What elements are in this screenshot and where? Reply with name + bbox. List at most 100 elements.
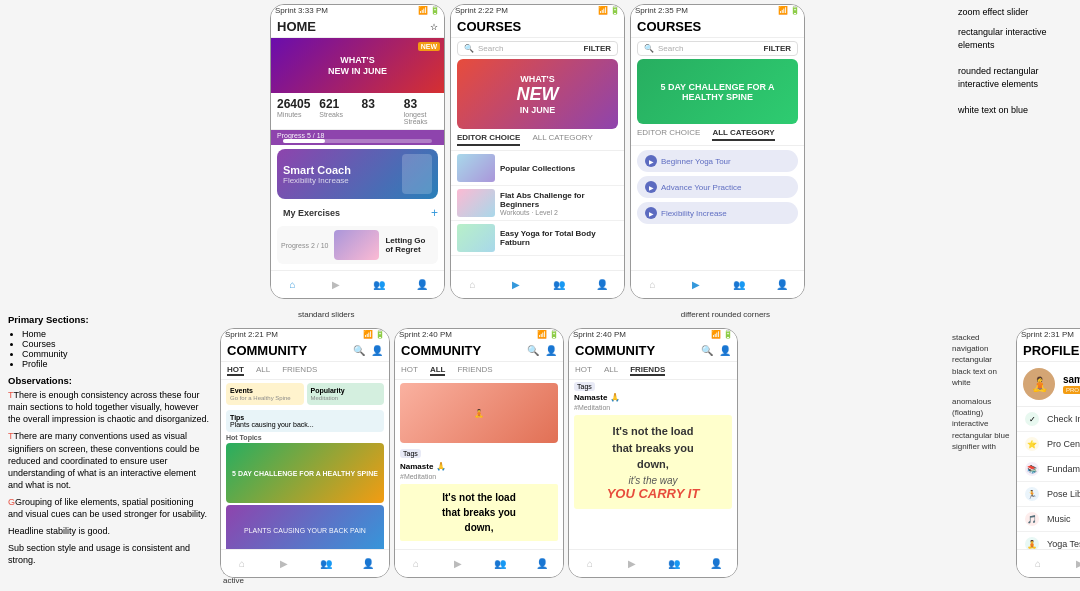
tab-all-c2[interactable]: ALL CATEGORY	[712, 128, 774, 141]
tab-hot-1[interactable]: HOT	[227, 365, 244, 376]
menu-pro-center[interactable]: ⭐ Pro Center ›	[1017, 432, 1080, 457]
search-icon: 🔍	[464, 44, 474, 53]
tips-card[interactable]: Tips Plants causing your back...	[226, 410, 384, 432]
ann-white-text-blue: white text on blue	[958, 104, 1072, 118]
home-banner-text: WHAT'S NEW IN JUNE	[328, 55, 387, 77]
nav-comm-c2b[interactable]: 👥	[492, 556, 508, 572]
obs-5: Sub section style and usage is consisten…	[8, 542, 210, 566]
nav-play-c1b[interactable]: ▶	[276, 556, 292, 572]
nav-prof-c3[interactable]: 👤	[708, 556, 724, 572]
comm1-search-icon[interactable]: 🔍	[353, 345, 365, 356]
nav-play-c2b[interactable]: ▶	[450, 556, 466, 572]
nav-play[interactable]: ▶	[328, 277, 344, 293]
section-profile: Profile	[22, 359, 210, 369]
nav-comm-c3[interactable]: 👥	[666, 556, 682, 572]
course-item-popular[interactable]: Popular Collections	[451, 151, 624, 186]
tab-friends-2[interactable]: FRIENDS	[457, 365, 492, 376]
comm1-cards-row: Events Go for a Healthy Spine Popularity…	[221, 380, 389, 408]
phone-community-1: Sprint 2:21 PM 📶 🔋 COMMUNITY 🔍 👤 HOT ALL…	[220, 328, 390, 578]
menu-pose-library[interactable]: 🏃 Pose Library ›	[1017, 482, 1080, 507]
comm2-search-icon[interactable]: 🔍	[527, 345, 539, 356]
course-btn-beginner[interactable]: ▶ Beginner Yoga Tour	[637, 150, 798, 172]
home-bottom-nav: ⌂ ▶ 👥 👤	[271, 270, 444, 298]
comm3-search-icon[interactable]: 🔍	[701, 345, 713, 356]
comm3-profile-icon[interactable]: 👤	[719, 345, 731, 356]
menu-fundamentals[interactable]: 📚 Fundamentals ›	[1017, 457, 1080, 482]
tab-friends-3[interactable]: FRIENDS	[630, 365, 665, 376]
fundamentals-icon: 📚	[1025, 462, 1039, 476]
course-item-abs[interactable]: Flat Abs Challenge for Beginners Workout…	[451, 186, 624, 221]
profile-user-row[interactable]: 🧘 samang PRO 🔥 ›	[1017, 362, 1080, 407]
flexibility-icon: ▶	[645, 207, 657, 219]
nav-play-c1[interactable]: ▶	[508, 277, 524, 293]
ann-diff-rounded: different rounded corners	[681, 310, 770, 319]
tab-all-1[interactable]: ALL	[256, 365, 270, 376]
popularity-card[interactable]: Popularity Meditation	[307, 383, 385, 405]
phone-community-2: Sprint 2:40 PM 📶 🔋 COMMUNITY 🔍 👤 HOT ALL…	[394, 328, 564, 578]
courses1-banner[interactable]: WHAT'S NEW IN JUNE	[457, 59, 618, 129]
events-card[interactable]: Events Go for a Healthy Spine	[226, 383, 304, 405]
comm2-post-thumbnail[interactable]: 🧘	[400, 383, 558, 443]
comm3-hashtag: #Meditation	[574, 404, 732, 411]
ann-rect-interactive-r: rectangular interactive elements	[958, 26, 1072, 53]
tab-editor-choice[interactable]: EDITOR CHOICE	[457, 133, 520, 146]
home-stats: 26405 Minutes 621 Streaks 83 83 longest …	[271, 93, 444, 130]
nav-home-c1b[interactable]: ⌂	[234, 556, 250, 572]
comm2-profile-icon[interactable]: 👤	[545, 345, 557, 356]
phone-home: Sprint 3:33 PM 📶 🔋 HOME ☆ WHAT'S NE	[270, 4, 445, 299]
tab-all-2[interactable]: ALL	[430, 365, 446, 376]
nav-comm-c2[interactable]: 👥	[731, 277, 747, 293]
filter-btn-2[interactable]: FILTER	[764, 44, 791, 53]
nav-prof-c2[interactable]: 👤	[774, 277, 790, 293]
nav-home-c3[interactable]: ⌂	[582, 556, 598, 572]
courses2-banner[interactable]: 5 DAY CHALLENGE FOR A HEALTHY SPINE	[637, 59, 798, 124]
nav-prof-c2b[interactable]: 👤	[534, 556, 550, 572]
home-smart-coach-card[interactable]: Smart Coach Flexibility Increase	[277, 149, 438, 199]
home-banner[interactable]: WHAT'S NEW IN JUNE NEW	[271, 38, 444, 93]
tab-all-3[interactable]: ALL	[604, 365, 618, 376]
tab-hot-3[interactable]: HOT	[575, 365, 592, 376]
comm1-profile-icon[interactable]: 👤	[371, 345, 383, 356]
menu-check-in[interactable]: ✓ Check In ›	[1017, 407, 1080, 432]
nav-home-c2[interactable]: ⌂	[645, 277, 661, 293]
courses2-search[interactable]: 🔍 Search FILTER	[637, 41, 798, 56]
courses2-status: Sprint 2:35 PM 📶 🔋	[631, 5, 804, 16]
course-thumb-abs	[457, 189, 495, 217]
spine-challenge-img[interactable]: 5 DAY CHALLENGE FOR A HEALTHY SPINE	[226, 443, 384, 503]
tab-friends-1[interactable]: FRIENDS	[282, 365, 317, 376]
exercise-item[interactable]: Progress 2 / 10 Letting Go of Regret	[277, 226, 438, 264]
nav-home-prof[interactable]: ⌂	[1030, 556, 1046, 572]
back-pain-img[interactable]: PLANTS CAUSING YOUR BACK PAIN	[226, 505, 384, 555]
nav-community[interactable]: 👥	[371, 277, 387, 293]
nav-play-prof[interactable]: ▶	[1072, 556, 1080, 572]
nav-home-c1[interactable]: ⌂	[465, 277, 481, 293]
comm3-status: Sprint 2:40 PM 📶 🔋	[569, 329, 737, 340]
menu-music[interactable]: 🎵 Music ›	[1017, 507, 1080, 532]
nav-play-c3[interactable]: ▶	[624, 556, 640, 572]
nav-home[interactable]: ⌂	[285, 277, 301, 293]
comm3-icons: 🔍 👤	[701, 345, 731, 356]
comm2-post-img: 🧘	[400, 383, 558, 443]
courses1-search[interactable]: 🔍 Search FILTER	[457, 41, 618, 56]
tab-editor-c2[interactable]: EDITOR CHOICE	[637, 128, 700, 141]
comm1-bottom-nav: ⌂ ▶ 👥 👤	[221, 549, 389, 577]
course-item-yoga[interactable]: Easy Yoga for Total Body Fatburn	[451, 221, 624, 256]
nav-play-c2[interactable]: ▶	[688, 277, 704, 293]
comm2-quote-card: It's not the load that breaks you down,	[400, 484, 558, 541]
filter-button[interactable]: FILTER	[584, 44, 611, 53]
course-btn-flexibility[interactable]: ▶ Flexibility Increase	[637, 202, 798, 224]
search-icon-2: 🔍	[644, 44, 654, 53]
nav-prof-c1b[interactable]: 👤	[360, 556, 376, 572]
music-icon: 🎵	[1025, 512, 1039, 526]
nav-home-c2b[interactable]: ⌂	[408, 556, 424, 572]
obs-1: TThere is enough consistency across thes…	[8, 389, 210, 425]
comm2-post-tag: Tags	[400, 449, 421, 458]
nav-prof-c1[interactable]: 👤	[594, 277, 610, 293]
nav-comm-c1b[interactable]: 👥	[318, 556, 334, 572]
tab-all-category[interactable]: ALL CATEGORY	[532, 133, 592, 146]
nav-profile[interactable]: 👤	[414, 277, 430, 293]
course-btn-advance[interactable]: ▶ Advance Your Practice	[637, 176, 798, 198]
section-courses: Courses	[22, 339, 210, 349]
tab-hot-2[interactable]: HOT	[401, 365, 418, 376]
nav-comm-c1[interactable]: 👥	[551, 277, 567, 293]
